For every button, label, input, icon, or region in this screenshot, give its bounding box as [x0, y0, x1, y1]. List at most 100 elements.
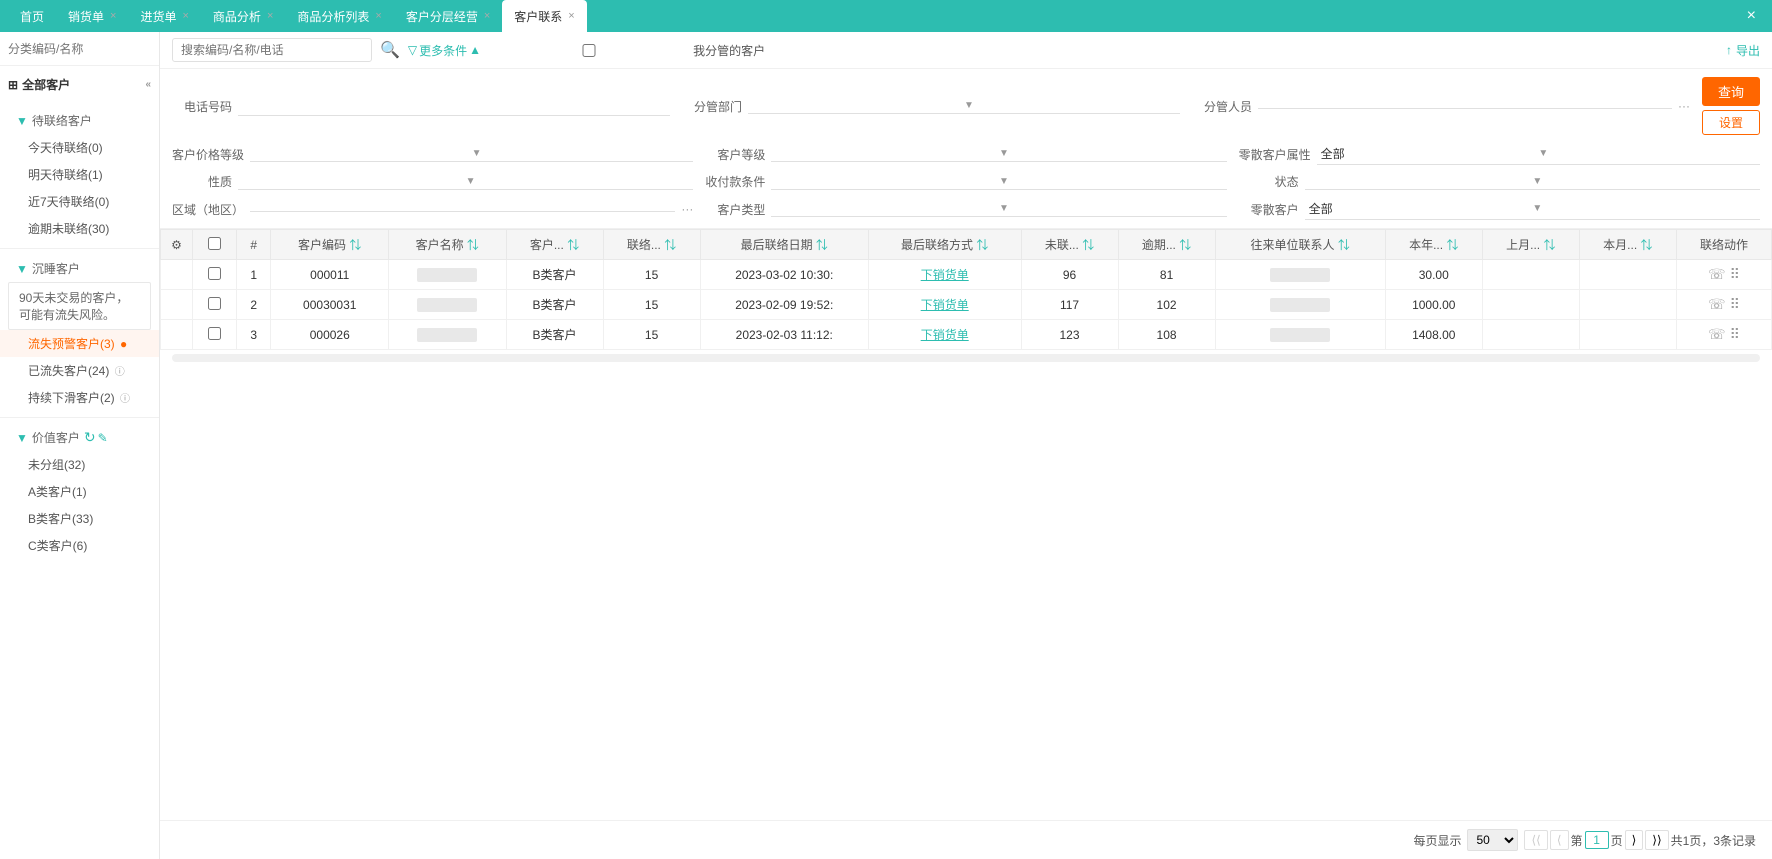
- td-action: ☏ ⠿: [1676, 260, 1771, 290]
- sidebar-item-churn-warning[interactable]: 流失预警客户(3) ●: [0, 330, 159, 357]
- search-input[interactable]: [172, 38, 372, 62]
- more-options-icon[interactable]: ···: [1678, 99, 1690, 113]
- area-select[interactable]: [250, 207, 675, 212]
- close-icon[interactable]: ×: [484, 10, 490, 22]
- refresh-icon[interactable]: ↻: [84, 429, 96, 446]
- select-all-checkbox[interactable]: [208, 237, 221, 250]
- close-icon[interactable]: ×: [267, 10, 273, 22]
- th-num: #: [236, 230, 271, 260]
- th-contact[interactable]: 联络... ⇅: [603, 230, 700, 260]
- more-actions-icon[interactable]: ⠿: [1730, 296, 1740, 313]
- sidebar-all-customers[interactable]: ⊞ 全部客户 «: [0, 70, 159, 99]
- th-unit-contact[interactable]: 往来单位联系人 ⇅: [1215, 230, 1385, 260]
- tab-home[interactable]: 首页: [8, 0, 56, 32]
- tab-purchase[interactable]: 进货单 ×: [128, 0, 200, 32]
- close-icon[interactable]: ×: [568, 10, 574, 22]
- settings-button[interactable]: 设置: [1702, 110, 1760, 135]
- per-page-select[interactable]: 50 100 200: [1467, 829, 1518, 851]
- sidebar-search-input[interactable]: [8, 42, 160, 56]
- prev-page-button[interactable]: ⟨: [1550, 830, 1569, 850]
- zero-attr-select[interactable]: 全部 ▼: [1317, 143, 1760, 165]
- search-button[interactable]: 🔍: [380, 40, 400, 60]
- more-actions-icon[interactable]: ⠿: [1730, 266, 1740, 283]
- th-overdue[interactable]: 逾期... ⇅: [1118, 230, 1215, 260]
- sidebar-group-value[interactable]: ▼ 价值客户 ↻ ✎: [0, 424, 159, 451]
- tab-product-analysis-list[interactable]: 商品分析列表 ×: [285, 0, 393, 32]
- th-code[interactable]: 客户编码 ⇅: [271, 230, 389, 260]
- cust-type-select[interactable]: ▼: [771, 201, 1226, 217]
- td-checkbox[interactable]: [193, 290, 237, 320]
- payment-select[interactable]: ▼: [771, 174, 1226, 190]
- dept-select[interactable]: ▼: [748, 98, 1180, 114]
- more-actions-icon[interactable]: ⠿: [1730, 326, 1740, 343]
- price-level-select[interactable]: ▼: [250, 146, 693, 162]
- td-checkbox[interactable]: [193, 320, 237, 350]
- close-icon[interactable]: ×: [375, 10, 381, 22]
- sidebar-group-pending[interactable]: ▼ 待联络客户: [0, 107, 159, 134]
- query-button[interactable]: 查询: [1702, 77, 1760, 106]
- sidebar-item-tomorrow[interactable]: 明天待联络(1): [0, 161, 159, 188]
- row-checkbox[interactable]: [208, 297, 221, 310]
- staff-select[interactable]: [1258, 104, 1672, 109]
- sidebar-item-today[interactable]: 今天待联络(0): [0, 134, 159, 161]
- more-filters-button[interactable]: ▽ 更多条件 ▲: [408, 42, 481, 59]
- th-last-contact-way[interactable]: 最后联络方式 ⇅: [868, 230, 1021, 260]
- th-checkbox[interactable]: [193, 230, 237, 260]
- tab-sales[interactable]: 销货单 ×: [56, 0, 128, 32]
- contact-icon[interactable]: ☏: [1708, 266, 1726, 283]
- tab-product-analysis[interactable]: 商品分析 ×: [201, 0, 285, 32]
- row-checkbox[interactable]: [208, 327, 221, 340]
- close-icon[interactable]: ×: [182, 10, 188, 22]
- th-this-month[interactable]: 本月... ⇅: [1579, 230, 1676, 260]
- status-select[interactable]: ▼: [1305, 174, 1760, 190]
- td-last-contact-way[interactable]: 下销货单: [868, 290, 1021, 320]
- sidebar-group-dormant[interactable]: ▼ 沉睡客户: [0, 255, 159, 282]
- td-overdue: 108: [1118, 320, 1215, 350]
- td-type: B类客户: [506, 290, 603, 320]
- close-icon[interactable]: ×: [110, 10, 116, 22]
- next-page-button[interactable]: ⟩: [1625, 830, 1644, 850]
- gender-select[interactable]: ▼: [238, 174, 693, 190]
- my-customers-checkbox[interactable]: 我分管的客户: [489, 42, 765, 59]
- sidebar-item-overdue[interactable]: 逾期未联络(30): [0, 215, 159, 242]
- cust-level-select[interactable]: ▼: [771, 146, 1226, 162]
- td-last-contact-way[interactable]: 下销货单: [868, 320, 1021, 350]
- export-button[interactable]: ↑ 导出: [1726, 42, 1760, 59]
- sidebar-item-declining[interactable]: 持续下滑客户(2) ⓘ: [0, 384, 159, 411]
- contact-icon[interactable]: ☏: [1708, 296, 1726, 313]
- th-last-month[interactable]: 上月... ⇅: [1482, 230, 1579, 260]
- tab-customer-segment[interactable]: 客户分层经营 ×: [394, 0, 502, 32]
- zero-cust-select[interactable]: 全部 ▼: [1305, 198, 1760, 220]
- th-last-contact-date[interactable]: 最后联络日期 ⇅: [700, 230, 868, 260]
- edit-icon[interactable]: ✎: [98, 431, 108, 445]
- window-close-button[interactable]: ×: [1739, 7, 1764, 25]
- info-icon: ⓘ: [120, 394, 130, 405]
- row-checkbox[interactable]: [208, 267, 221, 280]
- advanced-filter-panel: 电话号码 分管部门 ▼ 分管人员 ···: [160, 69, 1772, 229]
- sidebar-item-class-c[interactable]: C类客户(6): [0, 532, 159, 559]
- more-options-icon[interactable]: ···: [681, 202, 693, 216]
- horizontal-scrollbar[interactable]: [172, 354, 1760, 362]
- my-customers-check[interactable]: [489, 44, 689, 57]
- first-page-button[interactable]: ⟨⟨: [1524, 830, 1547, 850]
- sidebar-item-class-a[interactable]: A类客户(1): [0, 478, 159, 505]
- phone-input[interactable]: [238, 97, 670, 116]
- td-last-contact-way[interactable]: 下销货单: [868, 260, 1021, 290]
- tab-customer-contact[interactable]: 客户联系 ×: [502, 0, 586, 32]
- th-name[interactable]: 客户名称 ⇅: [389, 230, 507, 260]
- td-settings: [161, 290, 193, 320]
- th-type[interactable]: 客户... ⇅: [506, 230, 603, 260]
- td-num: 2: [236, 290, 271, 320]
- td-this-year: 30.00: [1385, 260, 1482, 290]
- sidebar-item-class-b[interactable]: B类客户(33): [0, 505, 159, 532]
- th-this-year[interactable]: 本年... ⇅: [1385, 230, 1482, 260]
- td-checkbox[interactable]: [193, 260, 237, 290]
- sidebar-item-churned[interactable]: 已流失客户(24) ⓘ: [0, 357, 159, 384]
- th-not-contacted[interactable]: 未联... ⇅: [1021, 230, 1118, 260]
- last-page-button[interactable]: ⟩⟩: [1645, 830, 1668, 850]
- th-settings[interactable]: ⚙: [161, 230, 193, 260]
- sidebar-item-7days[interactable]: 近7天待联络(0): [0, 188, 159, 215]
- current-page-display: 1: [1585, 831, 1609, 849]
- sidebar-item-ungrouped[interactable]: 未分组(32): [0, 451, 159, 478]
- contact-icon[interactable]: ☏: [1708, 326, 1726, 343]
